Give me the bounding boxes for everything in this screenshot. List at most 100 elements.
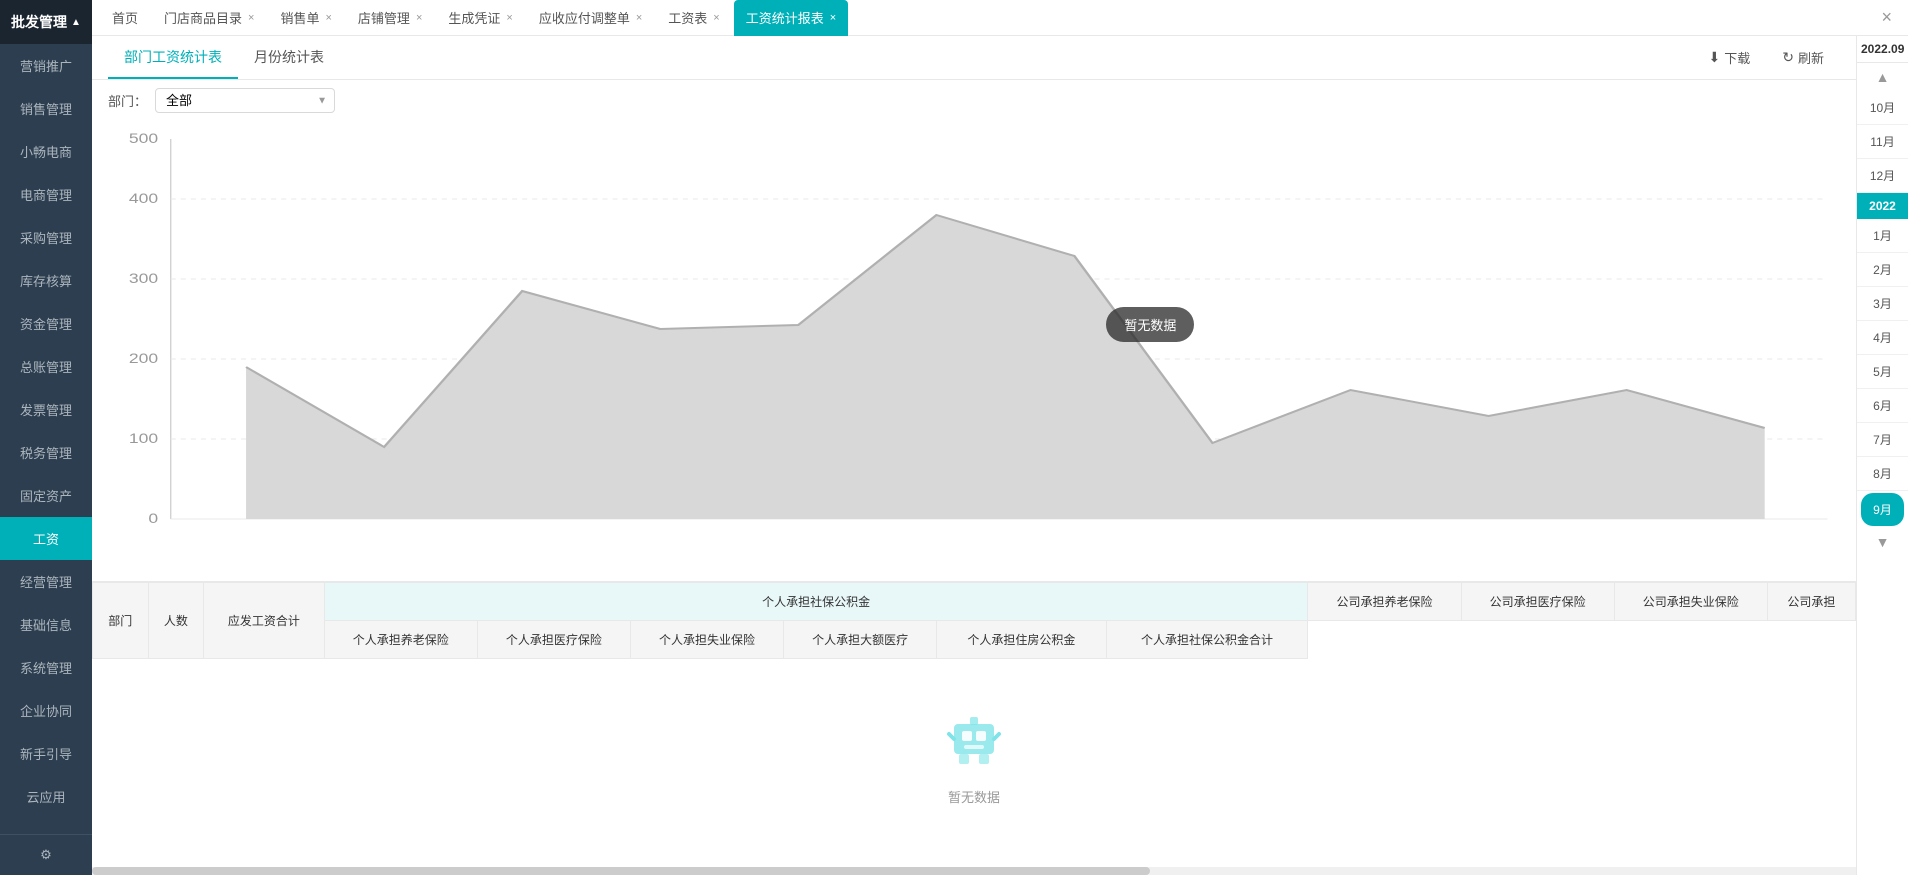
- sidebar-item-basic-info[interactable]: 基础信息: [0, 603, 92, 646]
- date-item-jan[interactable]: 1月: [1857, 219, 1908, 253]
- date-panel-current: 2022.09: [1857, 36, 1908, 63]
- top-tabs-bar: 首页 门店商品目录 × 销售单 × 店铺管理 × 生成凭证 × 应收应付调整单 …: [92, 0, 1908, 36]
- payroll-stats-table: 部门 人数 应发工资合计 个人承担社保公积金 公司承担养老保险 公司承担医疗保险…: [92, 582, 1856, 659]
- dept-select[interactable]: 全部: [155, 88, 335, 113]
- sidebar-item-marketing[interactable]: 营销推广: [0, 44, 92, 87]
- close-tab-shop-manage[interactable]: ×: [416, 12, 422, 24]
- refresh-button[interactable]: ↻ 刷新: [1774, 44, 1832, 71]
- download-button[interactable]: ⬇ 下载: [1701, 44, 1759, 71]
- top-tabs-controls: ×: [1873, 3, 1900, 32]
- sidebar-item-funds[interactable]: 资金管理: [0, 302, 92, 345]
- main-area: 首页 门店商品目录 × 销售单 × 店铺管理 × 生成凭证 × 应收应付调整单 …: [92, 0, 1908, 875]
- sub-tab-monthly-stats[interactable]: 月份统计表: [238, 37, 340, 79]
- sidebar-item-purchase[interactable]: 采购管理: [0, 216, 92, 259]
- page-content: 部门工资统计表 月份统计表 ⬇ 下载 ↻ 刷新: [92, 36, 1856, 875]
- col-company-unemployment: 公司承担失业保险: [1614, 583, 1767, 621]
- close-tab-payroll-report[interactable]: ×: [830, 12, 836, 24]
- sidebar: 批发管理 ▲ 营销推广 销售管理 小畅电商 电商管理 采购管理 库存核算 资金管…: [0, 0, 92, 875]
- col-total-wage: 应发工资合计: [204, 583, 325, 659]
- no-data-text: 暂无数据: [948, 787, 1000, 806]
- svg-text:100: 100: [129, 432, 158, 447]
- tab-generate-voucher[interactable]: 生成凭证 ×: [436, 0, 524, 36]
- date-item-jul[interactable]: 7月: [1857, 423, 1908, 457]
- col-group-personal-insurance: 个人承担社保公积金: [324, 583, 1308, 621]
- close-tab-store-catalog[interactable]: ×: [248, 12, 254, 24]
- col-company-other: 公司承担: [1767, 583, 1855, 621]
- sub-tabs-bar: 部门工资统计表 月份统计表 ⬇ 下载 ↻ 刷新: [92, 36, 1856, 80]
- sidebar-title-label: 批发管理: [11, 12, 67, 32]
- close-all-tabs-button[interactable]: ×: [1873, 3, 1900, 32]
- col-company-medical: 公司承担医疗保险: [1461, 583, 1614, 621]
- filter-toolbar: 部门： 全部: [92, 80, 1856, 121]
- date-item-jun[interactable]: 6月: [1857, 389, 1908, 423]
- date-panel-down-arrow[interactable]: ▼: [1857, 528, 1908, 556]
- close-tab-payroll[interactable]: ×: [713, 12, 719, 24]
- tab-ar-ap-adjust[interactable]: 应收应付调整单 ×: [527, 0, 654, 36]
- area-chart: 0 100 200 300 400 500: [108, 129, 1840, 549]
- sidebar-item-cloud[interactable]: 云应用: [0, 775, 92, 818]
- no-data-illustration: [934, 699, 1014, 779]
- sidebar-item-tax[interactable]: 税务管理: [0, 431, 92, 474]
- col-personal-housing-fund: 个人承担住房公积金: [937, 621, 1106, 659]
- sidebar-item-invoice[interactable]: 发票管理: [0, 388, 92, 431]
- col-personal-medical: 个人承担医疗保险: [477, 621, 630, 659]
- sidebar-item-system[interactable]: 系统管理: [0, 646, 92, 689]
- refresh-icon: ↻: [1782, 49, 1794, 66]
- tab-store-catalog[interactable]: 门店商品目录 ×: [152, 0, 266, 36]
- sidebar-item-payroll[interactable]: 工资: [0, 517, 92, 560]
- date-item-oct[interactable]: 10月: [1857, 91, 1908, 125]
- date-item-apr[interactable]: 4月: [1857, 321, 1908, 355]
- sidebar-item-ecommerce-small[interactable]: 小畅电商: [0, 130, 92, 173]
- date-item-dec[interactable]: 12月: [1857, 159, 1908, 193]
- download-icon: ⬇: [1709, 49, 1721, 66]
- date-item-year-2022: 2022: [1857, 193, 1908, 219]
- tab-payroll[interactable]: 工资表 ×: [656, 0, 731, 36]
- col-company-pension: 公司承担养老保险: [1308, 583, 1461, 621]
- tab-home[interactable]: 首页: [100, 0, 150, 36]
- col-dept: 部门: [93, 583, 149, 659]
- col-personal-large-medical: 个人承担大额医疗: [784, 621, 937, 659]
- tab-sales-order[interactable]: 销售单 ×: [268, 0, 343, 36]
- sidebar-item-inventory[interactable]: 库存核算: [0, 259, 92, 302]
- dept-label: 部门：: [108, 91, 147, 110]
- sidebar-item-sales[interactable]: 销售管理: [0, 87, 92, 130]
- svg-text:0: 0: [148, 512, 158, 527]
- close-tab-generate-voucher[interactable]: ×: [506, 12, 512, 24]
- date-item-aug[interactable]: 8月: [1857, 457, 1908, 491]
- sidebar-title[interactable]: 批发管理 ▲: [0, 0, 92, 44]
- close-tab-ar-ap-adjust[interactable]: ×: [636, 12, 642, 24]
- content-area: 部门工资统计表 月份统计表 ⬇ 下载 ↻ 刷新: [92, 36, 1908, 875]
- svg-text:500: 500: [129, 132, 158, 147]
- col-count: 人数: [148, 583, 204, 659]
- chart-no-data-tooltip: 暂无数据: [1106, 307, 1194, 342]
- date-item-sep[interactable]: 9月: [1861, 493, 1904, 526]
- svg-text:300: 300: [129, 272, 158, 287]
- settings-button[interactable]: ⚙: [0, 834, 92, 875]
- horizontal-scrollbar[interactable]: [92, 867, 1856, 875]
- date-item-nov[interactable]: 11月: [1857, 125, 1908, 159]
- sub-tab-dept-stats[interactable]: 部门工资统计表: [108, 37, 238, 79]
- close-tab-sales-order[interactable]: ×: [325, 12, 331, 24]
- sidebar-item-fixed-assets[interactable]: 固定资产: [0, 474, 92, 517]
- gear-icon: ⚙: [40, 847, 52, 862]
- sidebar-item-ecommerce[interactable]: 电商管理: [0, 173, 92, 216]
- sidebar-item-ledger[interactable]: 总账管理: [0, 345, 92, 388]
- date-panel-up-arrow[interactable]: ▲: [1857, 63, 1908, 91]
- date-item-may[interactable]: 5月: [1857, 355, 1908, 389]
- col-personal-pension: 个人承担养老保险: [324, 621, 477, 659]
- dept-select-wrapper: 全部: [155, 88, 335, 113]
- sidebar-item-enterprise[interactable]: 企业协同: [0, 689, 92, 732]
- date-item-mar[interactable]: 3月: [1857, 287, 1908, 321]
- tab-payroll-report[interactable]: 工资统计报表 ×: [734, 0, 848, 36]
- date-item-feb[interactable]: 2月: [1857, 253, 1908, 287]
- sidebar-item-operations[interactable]: 经营管理: [0, 560, 92, 603]
- svg-text:200: 200: [129, 352, 158, 367]
- tab-shop-manage[interactable]: 店铺管理 ×: [346, 0, 434, 36]
- chart-area: 0 100 200 300 400 500 暂无数据: [92, 121, 1856, 581]
- col-personal-insurance-total: 个人承担社保公积金合计: [1106, 621, 1308, 659]
- data-table-container[interactable]: 部门 人数 应发工资合计 个人承担社保公积金 公司承担养老保险 公司承担医疗保险…: [92, 581, 1856, 867]
- no-data-area: 暂无数据: [92, 659, 1856, 846]
- scrollbar-thumb[interactable]: [92, 867, 1150, 875]
- date-panel: 2022.09 ▲ 10月 11月 12月 2022 1月 2月 3月: [1856, 36, 1908, 875]
- sidebar-item-guide[interactable]: 新手引导: [0, 732, 92, 775]
